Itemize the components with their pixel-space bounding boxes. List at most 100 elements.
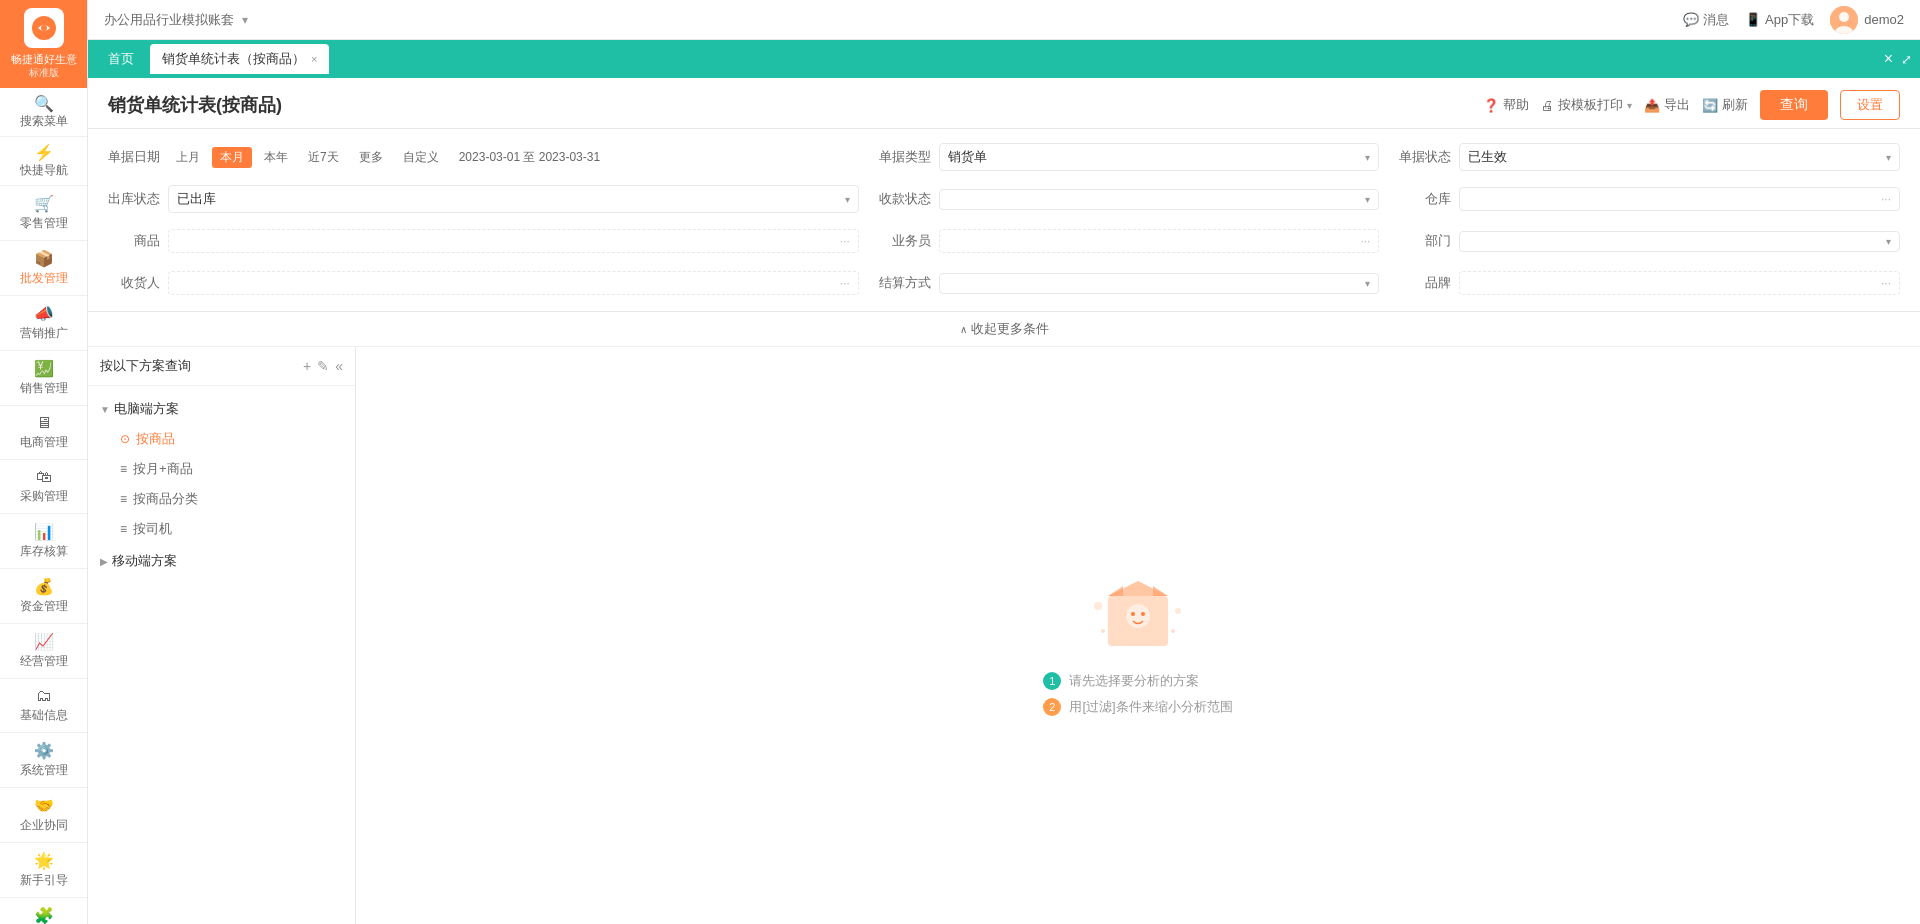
date-btn-7days[interactable]: 近7天 xyxy=(300,147,347,168)
tab-home-label: 首页 xyxy=(108,50,134,68)
doc-status-control[interactable]: 已生效 ▾ xyxy=(1459,143,1900,171)
sidebar-finance-label: 资金管理 xyxy=(20,598,68,615)
settlement-arrow-icon: ▾ xyxy=(1365,278,1370,289)
date-filter-label: 单据日期 xyxy=(108,148,168,166)
tree-item-by-product[interactable]: ⊙ 按商品 xyxy=(88,424,355,454)
date-btn-this-year[interactable]: 本年 xyxy=(256,147,296,168)
step-2-text: 用[过滤]条件来缩小分析范围 xyxy=(1069,698,1232,716)
sidebar-item-system[interactable]: ⚙️ 系统管理 xyxy=(0,733,87,788)
sidebar-operations-label: 经营管理 xyxy=(20,653,68,670)
tree-group-desktop-header[interactable]: ▼ 电脑端方案 xyxy=(88,394,355,424)
tab-expand-btn[interactable]: ⤢ xyxy=(1901,52,1912,67)
sidebar-item-sales[interactable]: 💹 销售管理 xyxy=(0,351,87,406)
newbie-icon: 🌟 xyxy=(34,851,54,870)
sidebar-quick-nav[interactable]: ⚡ 快捷导航 xyxy=(0,137,87,186)
sidebar-search-label: 搜索菜单 xyxy=(20,113,68,130)
out-status-control[interactable]: 已出库 ▾ xyxy=(168,185,859,213)
dept-control[interactable]: ▾ xyxy=(1459,231,1900,252)
warehouse-control[interactable]: ··· xyxy=(1459,187,1900,211)
tree-item-icon-2: ≡ xyxy=(120,492,127,506)
sidebar-search-item[interactable]: 🔍 搜索菜单 xyxy=(0,88,87,137)
sidebar-item-apps[interactable]: 🧩 应用中心 xyxy=(0,898,87,924)
collect-status-label: 收款状态 xyxy=(879,190,939,208)
sales-icon: 💹 xyxy=(34,359,54,378)
print-btn[interactable]: 🖨 按模板打印 ▾ xyxy=(1541,96,1632,114)
filter-brand-item: 品牌 ··· xyxy=(1399,267,1900,299)
settings-button[interactable]: 设置 xyxy=(1840,90,1900,120)
out-status-label: 出库状态 xyxy=(108,190,168,208)
sidebar-item-retail[interactable]: 🛒 零售管理 xyxy=(0,186,87,241)
header-right-actions: 💬 消息 📱 App下载 demo2 xyxy=(1683,6,1904,34)
page-header: 销货单统计表(按商品) ❓ 帮助 🖨 按模板打印 ▾ 📤 导出 🔄 刷新 xyxy=(88,78,1920,129)
sidebar-item-operations[interactable]: 📈 经营管理 xyxy=(0,624,87,679)
logo-icon xyxy=(24,8,64,48)
settlement-label: 结算方式 xyxy=(879,274,939,292)
query-button[interactable]: 查询 xyxy=(1760,90,1828,120)
tab-home[interactable]: 首页 xyxy=(96,44,146,74)
tree-group-mobile-header[interactable]: ▶ 移动端方案 xyxy=(88,546,355,576)
sidebar-item-finance[interactable]: 💰 资金管理 xyxy=(0,569,87,624)
tab-close-icon[interactable]: × xyxy=(311,53,317,65)
export-btn[interactable]: 📤 导出 xyxy=(1644,96,1690,114)
sidebar-item-purchase[interactable]: 🛍 采购管理 xyxy=(0,460,87,514)
sidebar-item-newbie[interactable]: 🌟 新手引导 xyxy=(0,843,87,898)
sidebar-item-ecommerce[interactable]: 🖥 电商管理 xyxy=(0,406,87,460)
doc-status-value: 已生效 xyxy=(1468,148,1886,166)
tree-item-by-driver[interactable]: ≡ 按司机 xyxy=(88,514,355,544)
date-btn-more[interactable]: 更多 xyxy=(351,147,391,168)
print-icon: 🖨 xyxy=(1541,98,1554,113)
svg-point-9 xyxy=(1126,604,1150,628)
doc-type-control[interactable]: 销货单 ▾ xyxy=(939,143,1380,171)
empty-step-2: 2 用[过滤]条件来缩小分析范围 xyxy=(1043,698,1232,716)
app-download-btn[interactable]: 📱 App下载 xyxy=(1745,11,1814,29)
retail-icon: 🛒 xyxy=(34,194,54,213)
sidebar-item-basic[interactable]: 🗂 基础信息 xyxy=(0,679,87,733)
receiver-control[interactable]: ··· xyxy=(168,271,859,295)
step-num-1: 1 xyxy=(1043,672,1061,690)
message-label: 消息 xyxy=(1703,11,1729,29)
purchase-icon: 🛍 xyxy=(36,468,52,486)
tree-item-by-month-product[interactable]: ≡ 按月+商品 xyxy=(88,454,355,484)
tab-bar: 首页 销货单统计表（按商品） × × ⤢ xyxy=(88,40,1920,78)
scheme-add-btn[interactable]: + xyxy=(303,358,311,374)
apps-icon: 🧩 xyxy=(34,906,54,924)
tree-item-by-category[interactable]: ≡ 按商品分类 xyxy=(88,484,355,514)
tab-close-window-btn[interactable]: × xyxy=(1884,50,1893,68)
sidebar-item-wholesale[interactable]: 📦 批发管理 xyxy=(0,241,87,296)
main-area: 办公用品行业模拟账套 ▾ 💬 消息 📱 App下载 demo2 首页 xyxy=(88,0,1920,924)
date-btn-custom[interactable]: 自定义 xyxy=(395,147,447,168)
settlement-control[interactable]: ▾ xyxy=(939,273,1380,294)
filter-panel: 单据日期 上月 本月 本年 近7天 更多 自定义 2023-03-01 至 20… xyxy=(88,129,1920,312)
workspace-label: 办公用品行业模拟账套 xyxy=(104,11,234,29)
message-btn[interactable]: 💬 消息 xyxy=(1683,11,1729,29)
scheme-edit-btn[interactable]: ✎ xyxy=(317,358,329,374)
print-dropdown-icon: ▾ xyxy=(1627,100,1632,111)
scheme-collapse-btn[interactable]: « xyxy=(335,358,343,374)
tree-group-mobile-label: 移动端方案 xyxy=(112,552,177,570)
refresh-btn[interactable]: 🔄 刷新 xyxy=(1702,96,1748,114)
operations-icon: 📈 xyxy=(34,632,54,651)
collapse-bar[interactable]: ∧ 收起更多条件 xyxy=(88,312,1920,347)
sidebar-wholesale-label: 批发管理 xyxy=(20,270,68,287)
sidebar-item-marketing[interactable]: 📣 营销推广 xyxy=(0,296,87,351)
date-btn-this-month[interactable]: 本月 xyxy=(212,147,252,168)
date-btn-last-month[interactable]: 上月 xyxy=(168,147,208,168)
svg-point-1 xyxy=(41,25,47,31)
empty-state: 1 请先选择要分析的方案 2 用[过滤]条件来缩小分析范围 xyxy=(1043,556,1232,716)
collect-status-control[interactable]: ▾ xyxy=(939,189,1380,210)
doc-type-value: 销货单 xyxy=(948,148,1366,166)
brand-control[interactable]: ··· xyxy=(1459,271,1900,295)
filter-staff-item: 业务员 ··· xyxy=(879,225,1380,257)
tab-sales-stats[interactable]: 销货单统计表（按商品） × xyxy=(150,44,329,74)
workspace-selector[interactable]: 办公用品行业模拟账套 ▾ xyxy=(104,11,248,29)
sidebar-item-enterprise[interactable]: 🤝 企业协同 xyxy=(0,788,87,843)
product-control[interactable]: ··· xyxy=(168,229,859,253)
user-menu[interactable]: demo2 xyxy=(1830,6,1904,34)
sidebar-logo[interactable]: 畅捷通好生意 标准版 xyxy=(0,0,87,88)
inventory-icon: 📊 xyxy=(34,522,54,541)
product-dots-icon: ··· xyxy=(840,234,850,248)
sidebar-item-inventory[interactable]: 📊 库存核算 xyxy=(0,514,87,569)
staff-control[interactable]: ··· xyxy=(939,229,1380,253)
sidebar: 畅捷通好生意 标准版 🔍 搜索菜单 ⚡ 快捷导航 🛒 零售管理 📦 批发管理 📣… xyxy=(0,0,88,924)
help-btn[interactable]: ❓ 帮助 xyxy=(1483,96,1529,114)
